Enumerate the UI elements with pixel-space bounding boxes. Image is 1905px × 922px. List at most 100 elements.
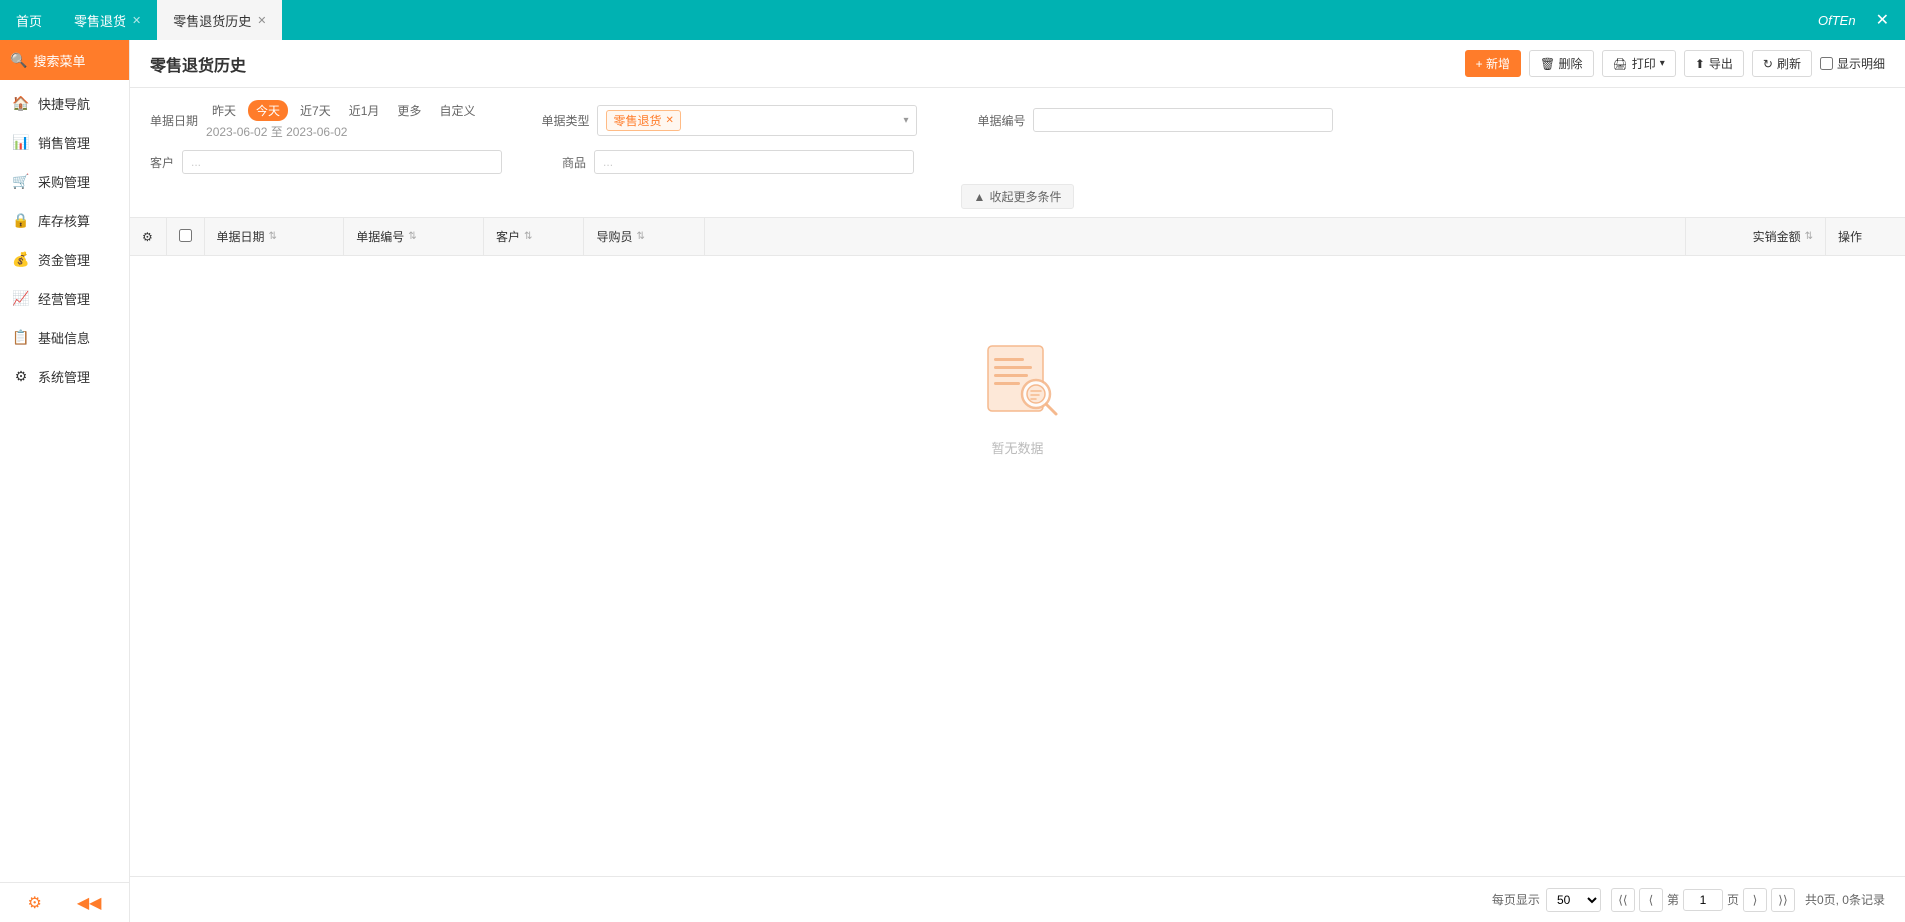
tab-home[interactable]: 首页 bbox=[0, 0, 58, 40]
col-settings-icon: ⚙ bbox=[142, 230, 153, 244]
col-guide[interactable]: 导购员 ⇅ bbox=[584, 218, 704, 256]
system-icon: ⚙ bbox=[12, 368, 30, 386]
doc-type-label: 单据类型 bbox=[541, 112, 589, 129]
date-more[interactable]: 更多 bbox=[391, 100, 427, 121]
doc-type-tag-remove[interactable]: ✕ bbox=[665, 115, 673, 126]
date-options-row: 昨天 今天 近7天 近1月 更多 自定义 bbox=[206, 100, 481, 121]
display-detail-checkbox[interactable] bbox=[1820, 57, 1833, 70]
select-all-checkbox[interactable] bbox=[179, 229, 192, 242]
search-icon: 🔍 bbox=[10, 52, 27, 69]
goods-select[interactable]: ... bbox=[594, 150, 914, 174]
doc-type-dropdown-arrow: ▾ bbox=[903, 115, 908, 126]
print-icon: 🖨 bbox=[1613, 57, 1628, 71]
often-label: OfTEn bbox=[1818, 13, 1856, 28]
print-button[interactable]: 🖨 打印 ▾ bbox=[1602, 50, 1676, 77]
display-detail-label: 显示明细 bbox=[1837, 55, 1885, 72]
tab-retail-return-history[interactable]: 零售退货历史 ✕ bbox=[157, 0, 282, 40]
close-window-btn[interactable]: ✕ bbox=[1876, 10, 1889, 30]
page-input[interactable] bbox=[1683, 889, 1723, 911]
operations-icon: 📈 bbox=[12, 290, 30, 308]
operations-label: 经营管理 bbox=[38, 289, 90, 308]
col-checkbox[interactable] bbox=[166, 218, 204, 256]
per-page-select[interactable]: 50 100 200 bbox=[1546, 888, 1601, 912]
goods-placeholder: ... bbox=[603, 155, 613, 169]
next-page-btn[interactable]: ⟩ bbox=[1743, 888, 1767, 912]
tab-retail-return[interactable]: 零售退货 ✕ bbox=[58, 0, 157, 40]
refresh-label: 刷新 bbox=[1777, 55, 1801, 72]
date-filter: 单据日期 昨天 今天 近7天 近1月 更多 自定义 2023-06-02 至 2… bbox=[150, 100, 481, 140]
col-doc-no-sort: ⇅ bbox=[408, 232, 416, 242]
collapse-btn[interactable]: ▲ 收起更多条件 bbox=[961, 184, 1075, 209]
sidebar-item-inventory[interactable]: 🔒 库存核算 bbox=[0, 201, 129, 240]
doc-no-filter: 单据编号 bbox=[977, 108, 1333, 132]
date-custom[interactable]: 自定义 bbox=[433, 100, 481, 121]
sidebar-item-operations[interactable]: 📈 经营管理 bbox=[0, 279, 129, 318]
purchase-label: 采购管理 bbox=[38, 172, 90, 191]
per-page-section: 每页显示 50 100 200 bbox=[1492, 888, 1601, 912]
page-unit: 页 bbox=[1727, 891, 1739, 908]
date-today[interactable]: 今天 bbox=[248, 100, 288, 121]
goods-label: 商品 bbox=[562, 154, 586, 171]
collapse-icon: ▲ bbox=[974, 190, 986, 204]
basic-info-label: 基础信息 bbox=[38, 328, 90, 347]
date-yesterday[interactable]: 昨天 bbox=[206, 100, 242, 121]
customer-select[interactable]: ... bbox=[182, 150, 502, 174]
sidebar-search-box[interactable]: 🔍 搜索菜单 bbox=[0, 40, 129, 80]
page-header: 零售退货历史 + 新增 🗑 删除 🖨 打印 ▾ ⬆ 导出 ↻ 刷新 bbox=[130, 40, 1905, 88]
sidebar-item-finance[interactable]: 💰 资金管理 bbox=[0, 240, 129, 279]
pagination-bar: 每页显示 50 100 200 ⟨⟨ ⟨ 第 页 ⟩ ⟩⟩ 共0页, 0条记录 bbox=[130, 876, 1905, 922]
refresh-button[interactable]: ↻ 刷新 bbox=[1752, 50, 1812, 77]
sidebar-item-quick-nav[interactable]: 🏠 快捷导航 bbox=[0, 84, 129, 123]
content-area: 零售退货历史 + 新增 🗑 删除 🖨 打印 ▾ ⬆ 导出 ↻ 刷新 bbox=[130, 40, 1905, 922]
first-page-btn[interactable]: ⟨⟨ bbox=[1611, 888, 1635, 912]
sidebar-search-label: 搜索菜单 bbox=[33, 51, 85, 70]
sidebar-item-basic-info[interactable]: 📋 基础信息 bbox=[0, 318, 129, 357]
per-page-label: 每页显示 bbox=[1492, 891, 1540, 908]
sidebar-item-system-mgmt[interactable]: ⚙ 系统管理 bbox=[0, 357, 129, 396]
total-info: 共0页, 0条记录 bbox=[1805, 891, 1885, 908]
sidebar-item-sales-mgmt[interactable]: 📊 销售管理 bbox=[0, 123, 129, 162]
tab-retail-return-history-close[interactable]: ✕ bbox=[257, 14, 266, 27]
audio-icon[interactable]: ◀◀ bbox=[77, 893, 102, 913]
filter-row-1: 单据日期 昨天 今天 近7天 近1月 更多 自定义 2023-06-02 至 2… bbox=[150, 100, 1885, 140]
sidebar-item-purchase-mgmt[interactable]: 🛒 采购管理 bbox=[0, 162, 129, 201]
prev-page-btn[interactable]: ⟨ bbox=[1639, 888, 1663, 912]
sidebar-nav: 🏠 快捷导航 📊 销售管理 🛒 采购管理 🔒 库存核算 💰 资金管理 📈 bbox=[0, 80, 129, 882]
display-detail-toggle[interactable]: 显示明细 bbox=[1820, 55, 1885, 72]
customer-filter: 客户 ... bbox=[150, 150, 502, 174]
page-nav: ⟨⟨ ⟨ 第 页 ⟩ ⟩⟩ bbox=[1611, 888, 1795, 912]
tab-retail-return-history-label: 零售退货历史 bbox=[173, 11, 251, 30]
delete-button[interactable]: 🗑 删除 bbox=[1529, 50, 1594, 77]
basic-info-icon: 📋 bbox=[12, 329, 30, 347]
doc-no-input[interactable] bbox=[1033, 108, 1333, 132]
collapse-area: ▲ 收起更多条件 bbox=[150, 184, 1885, 209]
goods-filter: 商品 ... bbox=[562, 150, 914, 174]
col-guide-sort: ⇅ bbox=[636, 232, 644, 242]
col-doc-date[interactable]: 单据日期 ⇅ bbox=[204, 218, 344, 256]
top-right-area: OfTEn ✕ bbox=[1818, 10, 1905, 30]
col-customer-label: 客户 bbox=[496, 228, 520, 245]
export-icon: ⬆ bbox=[1695, 57, 1705, 71]
finance-icon: 💰 bbox=[12, 251, 30, 269]
last-page-btn[interactable]: ⟩⟩ bbox=[1771, 888, 1795, 912]
col-doc-date-sort: ⇅ bbox=[269, 232, 277, 242]
export-button[interactable]: ⬆ 导出 bbox=[1684, 50, 1744, 77]
toolbar: + 新增 🗑 删除 🖨 打印 ▾ ⬆ 导出 ↻ 刷新 显示明细 bbox=[1465, 50, 1885, 77]
purchase-icon: 🛒 bbox=[12, 173, 30, 191]
settings-icon[interactable]: ⚙ bbox=[28, 893, 42, 913]
doc-no-label: 单据编号 bbox=[977, 112, 1025, 129]
sidebar-bottom-bar: ⚙ ◀◀ bbox=[0, 882, 129, 922]
date-last1month[interactable]: 近1月 bbox=[343, 100, 386, 121]
doc-type-select[interactable]: 零售退货 ✕ ▾ bbox=[597, 105, 917, 136]
print-arrow: ▾ bbox=[1660, 58, 1665, 69]
tab-retail-return-close[interactable]: ✕ bbox=[132, 14, 141, 27]
add-button[interactable]: + 新增 bbox=[1465, 50, 1521, 77]
col-amount[interactable]: 实销金额 ⇅ bbox=[1686, 218, 1826, 256]
date-last7[interactable]: 近7天 bbox=[294, 100, 337, 121]
col-doc-date-label: 单据日期 bbox=[217, 228, 265, 245]
inventory-icon: 🔒 bbox=[12, 212, 30, 230]
col-settings[interactable]: ⚙ bbox=[130, 218, 166, 256]
col-customer[interactable]: 客户 ⇅ bbox=[483, 218, 583, 256]
top-bar: 首页 零售退货 ✕ 零售退货历史 ✕ OfTEn ✕ bbox=[0, 0, 1905, 40]
col-doc-no[interactable]: 单据编号 ⇅ bbox=[344, 218, 484, 256]
